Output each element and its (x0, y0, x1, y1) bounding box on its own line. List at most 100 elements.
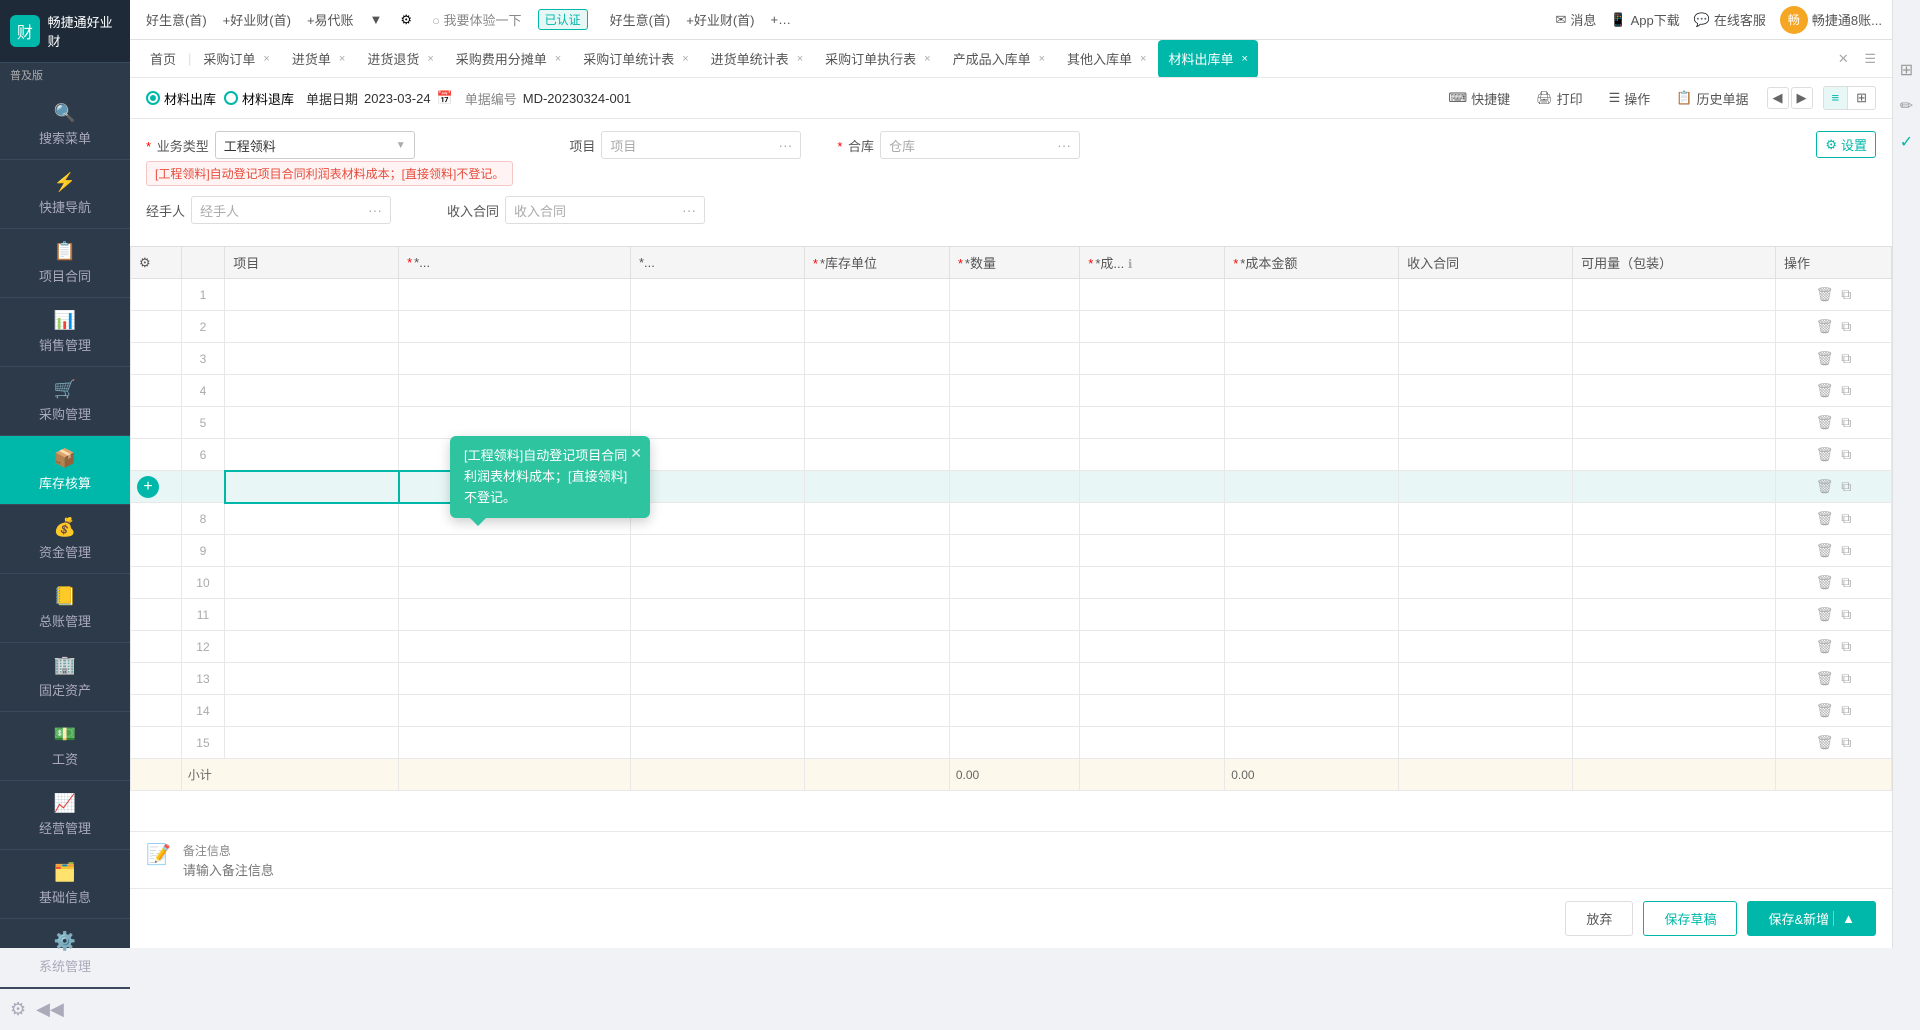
sidebar-item-purchase[interactable]: 🛒 采购管理 (0, 367, 130, 436)
table-settings-icon[interactable]: ⚙ (139, 255, 151, 270)
warehouse-more-btn[interactable]: ··· (1057, 137, 1071, 153)
user-info[interactable]: 畅 畅捷通8账... (1780, 6, 1882, 34)
tab-return[interactable]: 进货退货 × (357, 40, 443, 78)
col-settings[interactable]: ⚙ (131, 247, 182, 279)
copy-icon[interactable]: ⧉ (1841, 350, 1851, 366)
delete-icon[interactable]: 🗑 (1816, 542, 1834, 558)
sidebar-item-inventory[interactable]: 📦 库存核算 (0, 436, 130, 505)
app-download-btn[interactable]: 📱 App下载 (1610, 10, 1679, 29)
operations-btn[interactable]: ☰ 操作 (1601, 89, 1659, 108)
tab-incoming-stats[interactable]: 进货单统计表 × (701, 40, 813, 78)
tab-purchase-expense[interactable]: 采购费用分摊单 × (446, 40, 571, 78)
tooltip-close-btn[interactable]: ✕ (630, 442, 642, 464)
sidebar-item-project[interactable]: 📋 项目合同 (0, 229, 130, 298)
tab-order-exec[interactable]: 采购订单执行表 × (815, 40, 940, 78)
top-header-link-haoyecai[interactable]: +好业财(首) (217, 10, 297, 29)
tab-close-incoming[interactable]: × (339, 53, 345, 65)
tab-close-other-inbound[interactable]: × (1140, 53, 1146, 65)
sidebar-item-salary[interactable]: 💵 工资 (0, 712, 130, 781)
copy-icon[interactable]: ⧉ (1841, 638, 1851, 654)
top-header-dropdown[interactable]: ▼ (364, 12, 389, 27)
tab-purchase-stats[interactable]: 采购订单统计表 × (573, 40, 698, 78)
sidebar-item-quick[interactable]: ⚡ 快捷导航 (0, 160, 130, 229)
tab-close-incoming-stats[interactable]: × (797, 53, 803, 65)
sidebar-settings-btn[interactable]: ⚙ (10, 999, 26, 1020)
right-panel-icon-1[interactable]: ⊞ (1900, 60, 1913, 80)
history-btn[interactable]: 📋 历史单据 (1668, 89, 1756, 108)
top-header-link-yidaizhang[interactable]: +易代账 (301, 10, 360, 29)
print-btn[interactable]: 🖨 打印 (1528, 89, 1591, 108)
delete-icon[interactable]: 🗑 (1816, 606, 1834, 622)
tab-close-purchase-order[interactable]: × (263, 53, 269, 65)
delete-icon[interactable]: 🗑 (1816, 574, 1834, 590)
copy-icon[interactable]: ⧉ (1841, 286, 1851, 302)
business-type-input[interactable]: 工程领料 ▼ (215, 131, 415, 159)
tab-finished-goods[interactable]: 产成品入库单 × (943, 40, 1055, 78)
agent-input[interactable]: 经手人 ··· (191, 196, 391, 224)
sidebar-item-operations[interactable]: 📈 经营管理 (0, 781, 130, 850)
tab-close-return[interactable]: × (427, 53, 433, 65)
tab-close-purchase-expense[interactable]: × (555, 53, 561, 65)
copy-icon[interactable]: ⧉ (1841, 606, 1851, 622)
agent-more-btn[interactable]: ··· (368, 202, 382, 218)
add-row-btn[interactable]: + (137, 476, 159, 498)
delete-icon[interactable]: 🗑 (1816, 350, 1834, 366)
gear-settings-icon[interactable]: ⚙ (400, 12, 412, 28)
delete-icon[interactable]: 🗑 (1816, 734, 1834, 750)
tab-close-material-outbound[interactable]: × (1242, 53, 1248, 65)
sidebar-item-basic[interactable]: 🗂️ 基础信息 (0, 850, 130, 919)
copy-icon[interactable]: ⧉ (1841, 414, 1851, 430)
copy-icon[interactable]: ⧉ (1841, 446, 1851, 462)
right-panel-icon-2[interactable]: ✏ (1900, 96, 1913, 116)
sidebar-item-search[interactable]: 🔍 搜索菜单 (0, 91, 130, 160)
delete-icon[interactable]: 🗑 (1816, 638, 1834, 654)
top-header-link-haoiyi[interactable]: 好生意(首) (140, 10, 213, 29)
delete-icon[interactable]: 🗑 (1816, 286, 1834, 302)
message-btn[interactable]: ✉ 消息 (1555, 10, 1596, 29)
income-contract-input[interactable]: 收入合同 ··· (505, 196, 705, 224)
right-panel-icon-3[interactable]: ✓ (1900, 132, 1913, 152)
save-new-btn[interactable]: 保存&新增 ▲ (1747, 901, 1876, 936)
warehouse-input[interactable]: 仓库 ··· (880, 131, 1080, 159)
tab-material-outbound[interactable]: 材料出库单 × (1158, 40, 1257, 78)
delete-icon[interactable]: 🗑 (1816, 702, 1834, 718)
sidebar-collapse-btn[interactable]: ◀◀ (36, 999, 64, 1020)
online-service-btn[interactable]: 💬 在线客服 (1694, 10, 1766, 29)
settings-btn[interactable]: ⚙ 设置 (1816, 131, 1876, 158)
view-list[interactable]: ≡ (1824, 87, 1849, 109)
copy-icon[interactable]: ⧉ (1841, 478, 1851, 494)
nav-prev[interactable]: ◀ (1767, 87, 1789, 109)
top-header-link-more[interactable]: +… (765, 12, 798, 27)
sidebar-item-assets[interactable]: 🏢 固定资产 (0, 643, 130, 712)
sidebar-item-ledger[interactable]: 📒 总账管理 (0, 574, 130, 643)
trial-link[interactable]: ○ 我要体验一下 (432, 10, 522, 29)
info-icon[interactable]: ℹ (1128, 257, 1133, 271)
delete-icon[interactable]: 🗑 (1816, 318, 1834, 334)
delete-icon[interactable]: 🗑 (1816, 382, 1834, 398)
delete-icon[interactable]: 🗑 (1816, 670, 1834, 686)
copy-icon[interactable]: ⧉ (1841, 318, 1851, 334)
tab-home[interactable]: 首页 (140, 40, 186, 78)
top-header-link-haoyecai2[interactable]: +好业财(首) (680, 10, 760, 29)
copy-icon[interactable]: ⧉ (1841, 542, 1851, 558)
tab-other-inbound[interactable]: 其他入库单 × (1057, 40, 1156, 78)
copy-icon[interactable]: ⧉ (1841, 670, 1851, 686)
notes-input[interactable] (183, 863, 1876, 878)
tab-close-purchase-stats[interactable]: × (682, 53, 688, 65)
sidebar-item-finance[interactable]: 💰 资金管理 (0, 505, 130, 574)
project-input[interactable]: 项目 ··· (601, 131, 801, 159)
tab-more-btn[interactable]: ☰ (1858, 51, 1882, 66)
tab-close-finished-goods[interactable]: × (1039, 53, 1045, 65)
delete-icon[interactable]: 🗑 (1816, 478, 1834, 494)
project-more-btn[interactable]: ··· (778, 137, 792, 153)
income-contract-more-btn[interactable]: ··· (682, 202, 696, 218)
copy-icon[interactable]: ⧉ (1841, 734, 1851, 750)
tab-incoming[interactable]: 进货单 × (282, 40, 355, 78)
delete-icon[interactable]: 🗑 (1816, 414, 1834, 430)
sidebar-item-sales[interactable]: 📊 销售管理 (0, 298, 130, 367)
save-draft-btn[interactable]: 保存草稿 (1643, 901, 1737, 936)
top-header-link-haoiyi2[interactable]: 好生意(首) (604, 10, 677, 29)
copy-icon[interactable]: ⧉ (1841, 702, 1851, 718)
view-grid[interactable]: ⊞ (1848, 87, 1875, 109)
radio-material-return[interactable]: 材料退库 (224, 89, 294, 108)
